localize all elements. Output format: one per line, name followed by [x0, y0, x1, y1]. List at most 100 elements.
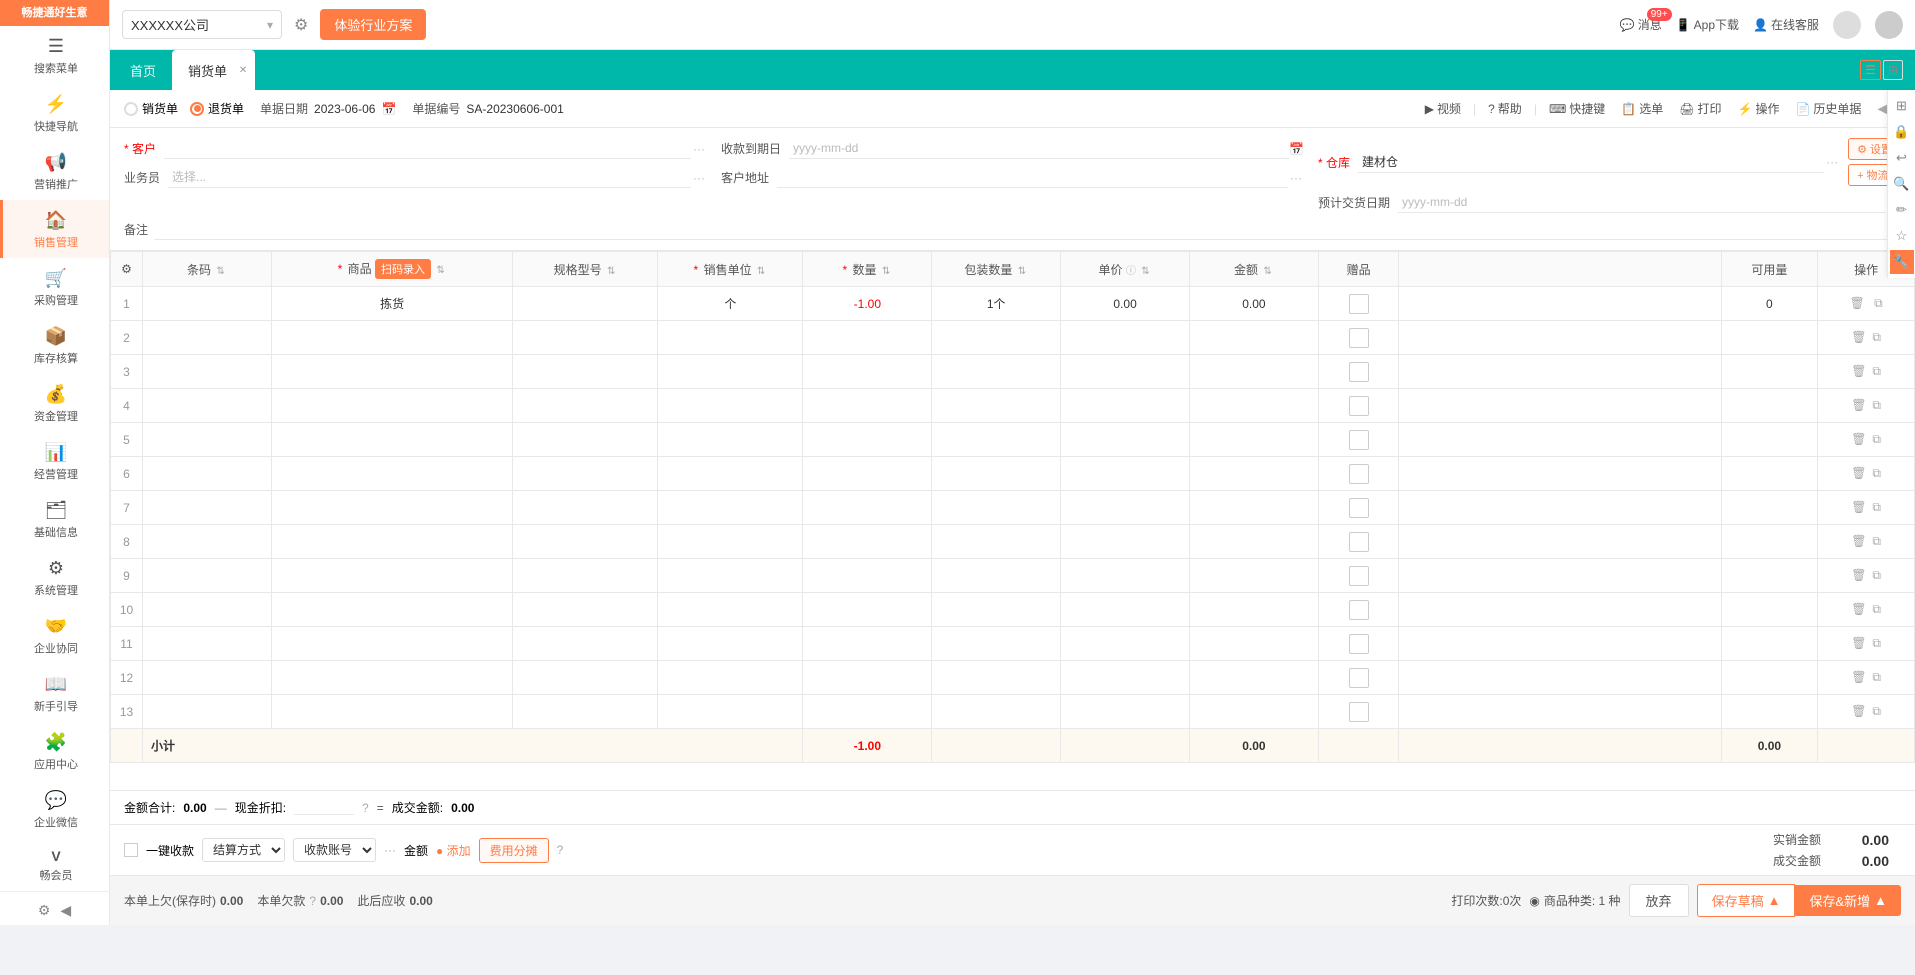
sidebar-item-inventory[interactable]: 📦 库存核算 — [0, 316, 109, 374]
cell-unit-price[interactable] — [1061, 559, 1190, 593]
sidebar-collapse-btn[interactable]: ◀ — [60, 902, 71, 919]
sidebar-settings-btn[interactable]: ⚙ — [38, 902, 51, 919]
cell-unit[interactable] — [658, 389, 803, 423]
copy-btn[interactable]: ⧉ — [1872, 398, 1881, 412]
cell-product[interactable] — [271, 695, 513, 729]
th-unit-sort[interactable]: ⇅ — [757, 266, 765, 277]
cell-qty[interactable] — [803, 321, 932, 355]
cell-amount[interactable] — [1190, 389, 1319, 423]
cell-amount[interactable] — [1190, 355, 1319, 389]
cell-amount[interactable] — [1190, 457, 1319, 491]
operation-btn[interactable]: ⚡ 操作 — [1734, 98, 1784, 119]
gift-checkbox[interactable] — [1349, 294, 1369, 314]
delete-btn[interactable]: 🗑 — [1851, 534, 1866, 548]
cell-unit[interactable] — [658, 695, 803, 729]
sidebar-item-guide[interactable]: 📖 新手引导 — [0, 664, 109, 722]
sidebar-item-appstore[interactable]: 🧩 应用中心 — [0, 722, 109, 780]
cell-product[interactable] — [271, 559, 513, 593]
cell-gift[interactable] — [1318, 627, 1399, 661]
arrears-help[interactable]: ? — [309, 894, 316, 908]
sidebar-item-wechat[interactable]: 💬 企业微信 — [0, 780, 109, 838]
payment-date-input[interactable] — [789, 138, 1289, 159]
cell-qty[interactable]: -1.00 — [803, 287, 932, 321]
fee-help-icon[interactable]: ? — [557, 843, 564, 857]
payment-account-select[interactable]: 收款账号 — [293, 838, 376, 862]
sidebar-item-collab[interactable]: 🤝 企业协同 — [0, 606, 109, 664]
th-settings[interactable]: ⚙ — [111, 252, 143, 287]
delete-btn[interactable]: 🗑 — [1851, 602, 1866, 616]
cell-qty[interactable] — [803, 491, 932, 525]
cell-unit[interactable] — [658, 661, 803, 695]
copy-btn[interactable]: ⧉ — [1872, 704, 1881, 718]
cell-unit[interactable] — [658, 321, 803, 355]
add-btn[interactable]: ● 添加 — [436, 842, 471, 859]
customer-address-input[interactable] — [777, 167, 1288, 188]
gift-checkbox[interactable] — [1349, 668, 1369, 688]
cell-unit-price[interactable] — [1061, 627, 1190, 661]
gift-checkbox[interactable] — [1349, 566, 1369, 586]
one-click-payment-checkbox[interactable] — [124, 843, 138, 857]
copy-btn[interactable]: ⧉ — [1872, 364, 1881, 378]
history-btn[interactable]: 📄 历史单据 — [1791, 98, 1865, 119]
cell-product[interactable] — [271, 627, 513, 661]
customer-input[interactable] — [164, 138, 691, 159]
price-info-icon[interactable]: ⓘ — [1126, 266, 1136, 277]
delete-btn[interactable]: 🗑 — [1851, 704, 1866, 718]
save-draft-btn[interactable]: 保存草稿 ▲ — [1697, 884, 1796, 917]
cell-product[interactable] — [271, 355, 513, 389]
cell-qty[interactable] — [803, 593, 932, 627]
cell-amount[interactable] — [1190, 627, 1319, 661]
copy-btn[interactable]: ⧉ — [1874, 296, 1883, 310]
cell-amount[interactable] — [1190, 559, 1319, 593]
gift-checkbox[interactable] — [1349, 532, 1369, 552]
delete-btn[interactable]: 🗑 — [1851, 568, 1866, 582]
cell-pack-qty[interactable] — [932, 423, 1061, 457]
cell-amount[interactable]: 0.00 — [1190, 287, 1319, 321]
sidebar-item-basics[interactable]: 🗂 基础信息 — [0, 490, 109, 548]
sidebar-item-marketing[interactable]: 📢 营销推广 — [0, 142, 109, 200]
cell-product[interactable] — [271, 593, 513, 627]
th-amount-sort[interactable]: ⇅ — [1263, 266, 1271, 277]
delete-btn[interactable]: 🗑 — [1851, 670, 1866, 684]
warehouse-dots-btn[interactable]: ··· — [1824, 155, 1840, 169]
cell-barcode[interactable] — [143, 559, 272, 593]
delete-btn[interactable]: 🗑 — [1851, 500, 1866, 514]
gift-checkbox[interactable] — [1349, 498, 1369, 518]
cell-gift[interactable] — [1318, 525, 1399, 559]
cell-qty[interactable] — [803, 525, 932, 559]
cell-pack-qty[interactable] — [932, 627, 1061, 661]
payment-date-cal-icon[interactable]: 📅 — [1289, 142, 1304, 156]
salesperson-dots-btn[interactable]: ··· — [691, 171, 707, 185]
cell-spec[interactable] — [513, 355, 658, 389]
copy-btn[interactable]: ⧉ — [1872, 602, 1881, 616]
cell-pack-qty[interactable] — [932, 457, 1061, 491]
question-icon[interactable]: ? — [362, 801, 369, 815]
grid-view-btn[interactable]: ⊞ — [1883, 60, 1903, 80]
cell-unit[interactable] — [658, 593, 803, 627]
payment-method-select[interactable]: 结算方式 — [202, 838, 285, 862]
cell-product[interactable] — [271, 423, 513, 457]
copy-btn[interactable]: ⧉ — [1872, 534, 1881, 548]
cell-gift[interactable] — [1318, 355, 1399, 389]
sidebar-item-operations[interactable]: 📊 经营管理 — [0, 432, 109, 490]
copy-btn[interactable]: ⧉ — [1872, 330, 1881, 344]
cell-unit-price[interactable] — [1061, 457, 1190, 491]
cell-pack-qty[interactable] — [932, 355, 1061, 389]
company-selector[interactable]: XXXXXX公司 ▾ — [122, 10, 282, 39]
address-dots-btn[interactable]: ··· — [1288, 171, 1304, 185]
copy-btn[interactable]: ⧉ — [1872, 636, 1881, 650]
sidebar-item-search[interactable]: ☰ 搜索菜单 — [0, 26, 109, 84]
cell-barcode[interactable] — [143, 695, 272, 729]
gift-checkbox[interactable] — [1349, 328, 1369, 348]
cell-gift[interactable] — [1318, 389, 1399, 423]
fee-split-btn[interactable]: 费用分摊 — [479, 838, 549, 863]
cell-unit[interactable] — [658, 491, 803, 525]
cell-barcode[interactable] — [143, 491, 272, 525]
cell-pack-qty[interactable] — [932, 389, 1061, 423]
cell-unit-price[interactable]: 0.00 — [1061, 287, 1190, 321]
scan-btn[interactable]: 扫码录入 — [375, 259, 431, 279]
cell-amount[interactable] — [1190, 491, 1319, 525]
sidebar-item-system[interactable]: ⚙ 系统管理 — [0, 548, 109, 606]
th-product-sort[interactable]: ⇅ — [436, 265, 444, 276]
radio-return-label[interactable]: 退货单 — [190, 100, 244, 117]
